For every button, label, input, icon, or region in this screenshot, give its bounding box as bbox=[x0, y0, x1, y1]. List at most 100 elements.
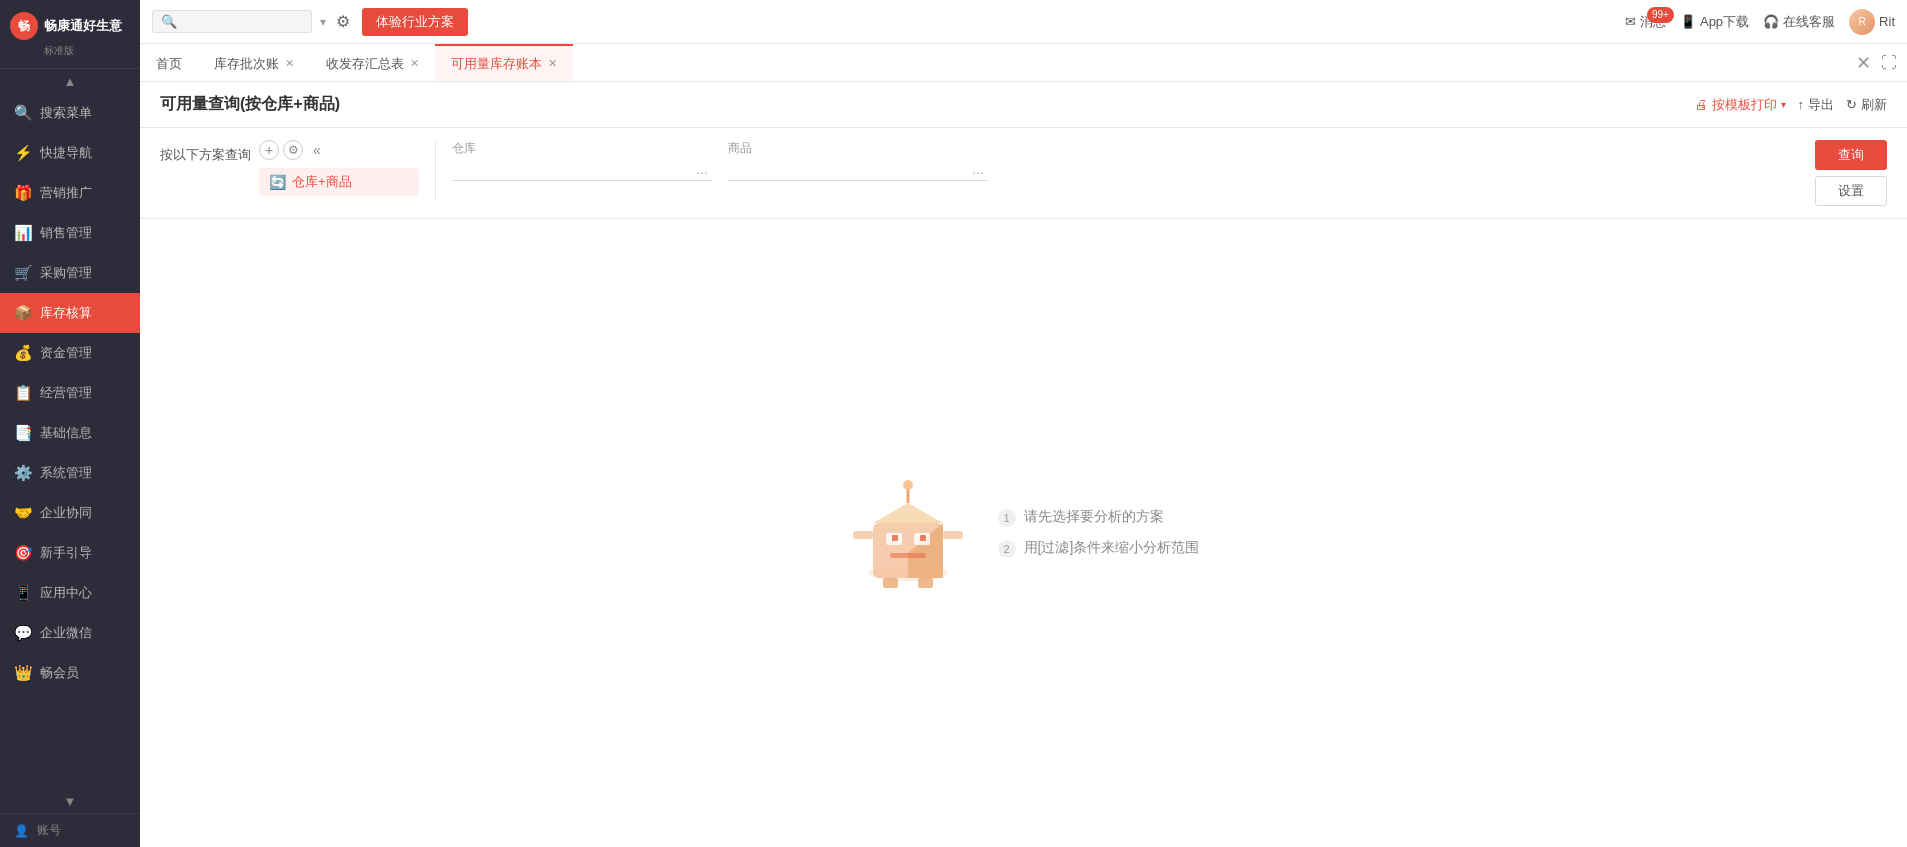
app-label: App下载 bbox=[1700, 13, 1749, 31]
svg-rect-8 bbox=[890, 553, 926, 558]
search-input[interactable] bbox=[181, 15, 303, 29]
sidebar-item-finance[interactable]: 💰 资金管理 bbox=[0, 333, 140, 373]
sidebar-item-label: 库存核算 bbox=[40, 304, 92, 322]
tip-num-2: 2 bbox=[998, 540, 1016, 558]
target-icon: 🎯 bbox=[14, 544, 32, 562]
sidebar-item-inventory[interactable]: 📦 库存核算 bbox=[0, 293, 140, 333]
content-area: 可用量查询(按仓库+商品) 🖨 按模板打印 ▾ ↑ 导出 ↻ 刷新 按以下方案 bbox=[140, 82, 1907, 847]
search-icon: 🔍 bbox=[14, 104, 32, 122]
scheme-collapse-btn[interactable]: « bbox=[307, 140, 327, 160]
empty-tips: 1 请先选择要分析的方案 2 用[过滤]条件来缩小分析范围 bbox=[998, 508, 1200, 558]
chevron-down-icon[interactable]: ▾ bbox=[320, 15, 326, 29]
service-label: 在线客服 bbox=[1783, 13, 1835, 31]
filter-scheme-toolbar: + ⚙ « bbox=[259, 140, 419, 160]
topbar: 🔍 ▾ ⚙ 体验行业方案 ✉ 消息 99+ 📱 App下载 🎧 在线客服 R bbox=[140, 0, 1907, 44]
sidebar-item-label: 快捷导航 bbox=[40, 144, 92, 162]
messages-btn[interactable]: ✉ 消息 99+ bbox=[1625, 13, 1666, 31]
sidebar-item-purchase[interactable]: 🛒 采购管理 bbox=[0, 253, 140, 293]
username-label: Rit bbox=[1879, 14, 1895, 29]
print-btn[interactable]: 🖨 按模板打印 ▾ bbox=[1695, 96, 1786, 114]
sidebar-item-sales[interactable]: 📊 销售管理 bbox=[0, 213, 140, 253]
sidebar-item-label: 企业协同 bbox=[40, 504, 92, 522]
clipboard-icon: 📋 bbox=[14, 384, 32, 402]
app-download-btn[interactable]: 📱 App下载 bbox=[1680, 13, 1749, 31]
money-icon: 💰 bbox=[14, 344, 32, 362]
search-icon: 🔍 bbox=[161, 14, 177, 29]
scheme-item-warehouse-product[interactable]: 🔄 仓库+商品 bbox=[259, 168, 419, 196]
product-more-icon[interactable]: … bbox=[972, 163, 984, 177]
experience-btn[interactable]: 体验行业方案 bbox=[362, 8, 468, 36]
tab-home[interactable]: 首页 bbox=[140, 44, 198, 81]
svg-point-12 bbox=[903, 480, 913, 490]
warehouse-input-area[interactable]: … bbox=[452, 159, 712, 181]
sidebar-item-member[interactable]: 👑 畅会员 bbox=[0, 653, 140, 693]
sidebar-item-newguide[interactable]: 🎯 新手引导 bbox=[0, 533, 140, 573]
sidebar-item-search[interactable]: 🔍 搜索菜单 bbox=[0, 93, 140, 133]
inventory-icon: 📦 bbox=[14, 304, 32, 322]
warehouse-label: 仓库 bbox=[452, 140, 712, 157]
printer-icon: 🖨 bbox=[1695, 97, 1708, 112]
warehouse-input[interactable] bbox=[456, 162, 692, 177]
refresh-btn[interactable]: ↻ 刷新 bbox=[1846, 96, 1887, 114]
sidebar-item-label: 企业微信 bbox=[40, 624, 92, 642]
product-input-area[interactable]: … bbox=[728, 159, 988, 181]
tabs-expand-btn[interactable]: ⛶ bbox=[1881, 54, 1897, 72]
user-profile-btn[interactable]: R Rit bbox=[1849, 9, 1895, 35]
filter-area: 按以下方案查询 + ⚙ « 🔄 仓库+商品 仓库 … bbox=[140, 128, 1907, 219]
empty-tip-1: 1 请先选择要分析的方案 bbox=[998, 508, 1200, 527]
sidebar-item-system[interactable]: ⚙️ 系统管理 bbox=[0, 453, 140, 493]
sidebar-bottom[interactable]: 👤 账号 bbox=[0, 813, 140, 847]
warehouse-more-icon[interactable]: … bbox=[696, 163, 708, 177]
tab-summary-close[interactable]: ✕ bbox=[410, 58, 419, 69]
tabs-close-all-btn[interactable]: ✕ bbox=[1856, 52, 1871, 74]
sidebar-item-wechat[interactable]: 💬 企业微信 bbox=[0, 613, 140, 653]
sidebar-item-label: 应用中心 bbox=[40, 584, 92, 602]
svg-rect-10 bbox=[918, 578, 933, 588]
filter-actions: 查询 设置 bbox=[1815, 140, 1887, 206]
tab-batch-label: 库存批次账 bbox=[214, 55, 279, 73]
scheme-icon: 🔄 bbox=[269, 174, 286, 190]
filter-settings-btn[interactable]: 设置 bbox=[1815, 176, 1887, 206]
page-header: 可用量查询(按仓库+商品) 🖨 按模板打印 ▾ ↑ 导出 ↻ 刷新 bbox=[140, 82, 1907, 128]
filter-scheme-area: + ⚙ « 🔄 仓库+商品 bbox=[259, 140, 419, 196]
sidebar-brand: 畅 畅康通好生意 bbox=[10, 12, 130, 40]
tab-available[interactable]: 可用量库存账本 ✕ bbox=[435, 44, 573, 81]
sidebar-item-basic[interactable]: 📑 基础信息 bbox=[0, 413, 140, 453]
sidebar-scroll-down[interactable]: ▼ bbox=[0, 789, 140, 813]
topbar-search-box[interactable]: 🔍 bbox=[152, 10, 312, 33]
refresh-label: 刷新 bbox=[1861, 96, 1887, 114]
sidebar-item-enterprise[interactable]: 🤝 企业协同 bbox=[0, 493, 140, 533]
export-btn[interactable]: ↑ 导出 bbox=[1798, 96, 1835, 114]
sidebar-item-label: 资金管理 bbox=[40, 344, 92, 362]
tab-batch-close[interactable]: ✕ bbox=[285, 58, 294, 69]
sidebar-item-appcenter[interactable]: 📱 应用中心 bbox=[0, 573, 140, 613]
sidebar-item-label: 搜索菜单 bbox=[40, 104, 92, 122]
svg-rect-14 bbox=[943, 531, 963, 539]
tab-batch[interactable]: 库存批次账 ✕ bbox=[198, 44, 310, 81]
sidebar-item-marketing[interactable]: 🎁 营销推广 bbox=[0, 173, 140, 213]
sidebar-item-operations[interactable]: 📋 经营管理 bbox=[0, 373, 140, 413]
handshake-icon: 🤝 bbox=[14, 504, 32, 522]
tab-available-close[interactable]: ✕ bbox=[548, 58, 557, 69]
query-btn[interactable]: 查询 bbox=[1815, 140, 1887, 170]
add-scheme-btn[interactable]: + bbox=[259, 140, 279, 160]
filter-fields: 仓库 … 商品 … bbox=[452, 140, 1795, 181]
svg-rect-7 bbox=[920, 535, 926, 541]
settings-icon[interactable]: ⚙ bbox=[336, 12, 350, 31]
avatar-text: R bbox=[1858, 16, 1865, 27]
product-label: 商品 bbox=[728, 140, 988, 157]
page-title: 可用量查询(按仓库+商品) bbox=[160, 94, 340, 115]
sidebar-item-shortcut[interactable]: ⚡ 快捷导航 bbox=[0, 133, 140, 173]
product-input[interactable] bbox=[732, 162, 968, 177]
sidebar-item-label: 系统管理 bbox=[40, 464, 92, 482]
refresh-icon: ↻ bbox=[1846, 97, 1857, 112]
svg-rect-9 bbox=[883, 578, 898, 588]
tab-summary[interactable]: 收发存汇总表 ✕ bbox=[310, 44, 435, 81]
sidebar-scroll-up[interactable]: ▲ bbox=[0, 69, 140, 93]
online-service-btn[interactable]: 🎧 在线客服 bbox=[1763, 13, 1835, 31]
brand-version: 标准版 bbox=[44, 44, 130, 58]
sidebar-bottom-label: 账号 bbox=[37, 822, 61, 839]
scheme-settings-btn[interactable]: ⚙ bbox=[283, 140, 303, 160]
svg-rect-13 bbox=[853, 531, 873, 539]
main-area: 🔍 ▾ ⚙ 体验行业方案 ✉ 消息 99+ 📱 App下载 🎧 在线客服 R bbox=[140, 0, 1907, 847]
